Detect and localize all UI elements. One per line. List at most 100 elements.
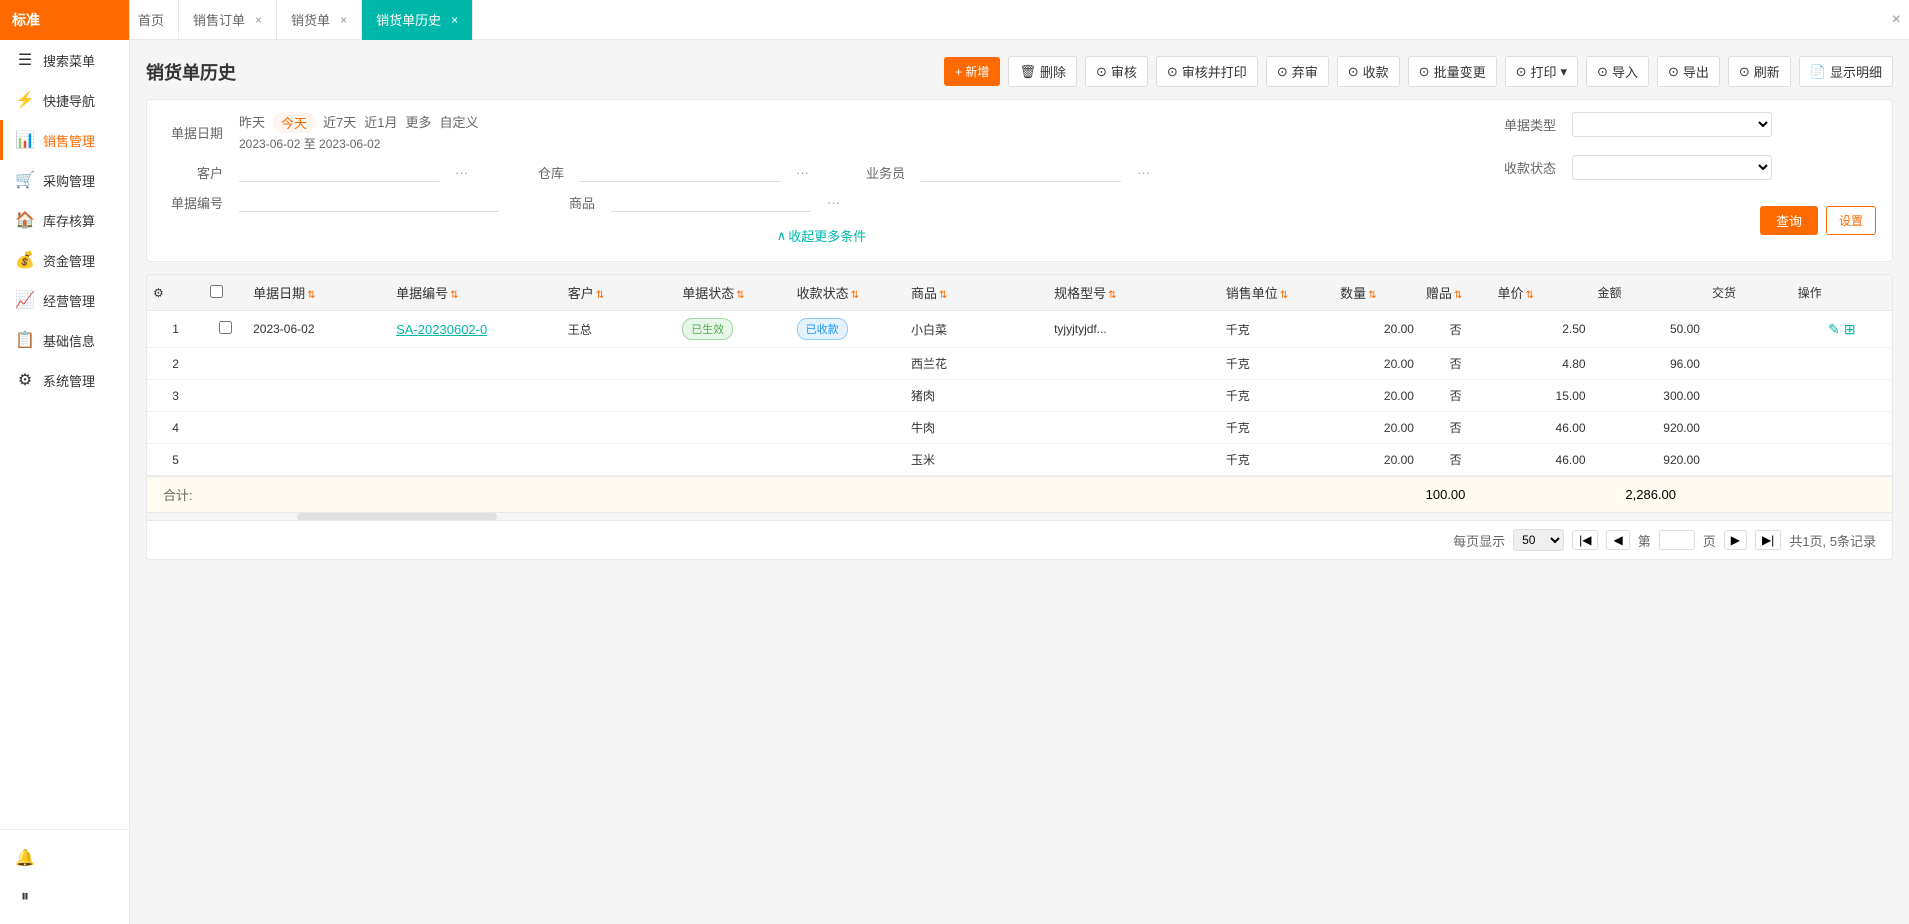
filter-row-doctype: 单据类型 bbox=[1496, 112, 1876, 137]
row-no bbox=[390, 380, 562, 412]
row-qty: 20.00 bbox=[1334, 348, 1420, 380]
col-header-customer[interactable]: 客户⇅ bbox=[562, 275, 676, 311]
copy-action-btn[interactable]: ⊞ bbox=[1844, 321, 1856, 338]
warehouse-input[interactable] bbox=[580, 162, 780, 182]
sidebar-item-inventory[interactable]: 🏠 库存核算 bbox=[0, 200, 129, 240]
tab-sales-history[interactable]: 销货单历史 × bbox=[362, 0, 473, 40]
sidebar-notification-btn[interactable]: 🔔 bbox=[0, 838, 129, 878]
sidebar-item-finance[interactable]: 💰 资金管理 bbox=[0, 240, 129, 280]
row-checkbox[interactable] bbox=[219, 321, 232, 334]
table-header-row: ⚙ 单据日期⇅ 单据编号⇅ 客户⇅ 单据状态⇅ bbox=[147, 275, 1892, 311]
col-header-date[interactable]: 单据日期⇅ bbox=[247, 275, 390, 311]
paystatus-select[interactable] bbox=[1572, 155, 1772, 180]
col-header-spec[interactable]: 规格型号⇅ bbox=[1048, 275, 1220, 311]
salesman-filter-label: 业务员 bbox=[845, 163, 905, 182]
col-header-unit[interactable]: 销售单位⇅ bbox=[1220, 275, 1334, 311]
col-header-gear[interactable]: ⚙ bbox=[147, 275, 204, 311]
col-header-docstatus[interactable]: 单据状态⇅ bbox=[676, 275, 790, 311]
scrollbar-area[interactable] bbox=[147, 512, 1892, 520]
date-tab-today[interactable]: 今天 bbox=[273, 112, 315, 133]
date-tab-1month[interactable]: 近1月 bbox=[364, 112, 397, 133]
col-header-gift[interactable]: 赠品⇅ bbox=[1420, 275, 1492, 311]
row-date: 2023-06-02 bbox=[247, 311, 390, 348]
row-pay-status bbox=[791, 348, 905, 380]
abandon-button[interactable]: ⊙ 弃审 bbox=[1266, 56, 1329, 87]
sidebar-item-sys-mgmt[interactable]: ⚙ 系统管理 bbox=[0, 360, 129, 400]
sidebar: 标准 ☰ 搜索菜单 ⚡ 快捷导航 📊 销售管理 🛒 采购管理 🏠 库存核算 💰 … bbox=[0, 0, 130, 924]
current-page-input[interactable]: 1 bbox=[1659, 530, 1695, 550]
collapse-arrow-icon: ∧ bbox=[777, 228, 787, 244]
receive-button[interactable]: ⊙ 收款 bbox=[1337, 56, 1400, 87]
settings-button[interactable]: 设置 bbox=[1826, 206, 1876, 235]
export-button[interactable]: ⊙ 导出 bbox=[1657, 56, 1720, 87]
tab-sales-history-label: 销货单历史 bbox=[376, 10, 441, 29]
date-tab-custom[interactable]: 自定义 bbox=[440, 112, 479, 133]
page-size-select[interactable]: 50 20 100 bbox=[1513, 529, 1564, 551]
tab-bar-close-all[interactable]: × bbox=[1892, 11, 1901, 29]
col-header-goods[interactable]: 商品⇅ bbox=[905, 275, 1048, 311]
customer-input[interactable] bbox=[239, 162, 439, 182]
print-button[interactable]: ⊙ 打印 ▾ bbox=[1505, 56, 1578, 87]
sidebar-item-purchase-mgmt[interactable]: 🛒 采购管理 bbox=[0, 160, 129, 200]
date-tab-7days[interactable]: 近7天 bbox=[323, 112, 356, 133]
pay-status-badge: 已收款 bbox=[797, 318, 848, 340]
col-header-paystatus[interactable]: 收款状态⇅ bbox=[791, 275, 905, 311]
tab-sales-order-close[interactable]: × bbox=[255, 13, 262, 27]
sidebar-item-label: 采购管理 bbox=[43, 171, 95, 190]
doctype-select[interactable] bbox=[1572, 112, 1772, 137]
row-amount: 920.00 bbox=[1592, 412, 1706, 444]
summary-row: 合计: 100.00 2,286.00 bbox=[147, 476, 1892, 512]
salesman-ellipsis[interactable]: ··· bbox=[1137, 165, 1150, 180]
row-pay-status bbox=[791, 412, 905, 444]
row-index: 1 bbox=[147, 311, 204, 348]
date-tab-yesterday[interactable]: 昨天 bbox=[239, 112, 265, 133]
new-button[interactable]: + 新增 bbox=[944, 57, 1000, 86]
col-header-action: 操作 bbox=[1792, 275, 1892, 311]
select-all-checkbox[interactable] bbox=[210, 285, 223, 298]
sidebar-pause-btn[interactable]: ⏸ bbox=[0, 878, 129, 916]
review-print-button[interactable]: ⊙ 审核并打印 bbox=[1156, 56, 1258, 87]
customer-ellipsis[interactable]: ··· bbox=[455, 165, 468, 180]
show-detail-button[interactable]: 📄 显示明细 bbox=[1799, 56, 1893, 87]
sidebar-item-sales-mgmt[interactable]: 📊 销售管理 bbox=[0, 120, 129, 160]
col-header-qty[interactable]: 数量⇅ bbox=[1334, 275, 1420, 311]
query-button[interactable]: 查询 bbox=[1760, 206, 1818, 235]
sidebar-item-operations[interactable]: 📈 经营管理 bbox=[0, 280, 129, 320]
table-row: 3 猪肉 千克 20.00 否 15.00 300.00 bbox=[147, 380, 1892, 412]
warehouse-ellipsis[interactable]: ··· bbox=[796, 165, 809, 180]
doc-no-link[interactable]: SA-20230602-0 bbox=[396, 322, 487, 337]
edit-action-btn[interactable]: ✎ bbox=[1828, 321, 1840, 338]
col-header-no[interactable]: 单据编号⇅ bbox=[390, 275, 562, 311]
salesman-input[interactable] bbox=[921, 162, 1121, 182]
tab-home[interactable]: 首页 bbox=[138, 0, 179, 40]
col-header-amount: 金额 bbox=[1592, 275, 1706, 311]
row-gift: 否 bbox=[1420, 444, 1492, 476]
last-page-btn[interactable]: ▶| bbox=[1755, 530, 1781, 550]
date-tab-more[interactable]: 更多 bbox=[406, 112, 432, 133]
sidebar-item-basic-info[interactable]: 📋 基础信息 bbox=[0, 320, 129, 360]
review-button[interactable]: ⊙ 审核 bbox=[1085, 56, 1148, 87]
sidebar-item-label: 基础信息 bbox=[43, 331, 95, 350]
row-customer bbox=[562, 380, 676, 412]
receive-icon: ⊙ bbox=[1348, 64, 1359, 80]
import-button[interactable]: ⊙ 导入 bbox=[1586, 56, 1649, 87]
collapse-button[interactable]: ∧ 收起更多条件 bbox=[163, 222, 1480, 249]
sidebar-item-quick-nav[interactable]: ⚡ 快捷导航 bbox=[0, 80, 129, 120]
goods-ellipsis[interactable]: ··· bbox=[827, 195, 840, 210]
tab-sales-history-close[interactable]: × bbox=[451, 13, 458, 27]
tab-sales-order[interactable]: 销售订单 × bbox=[179, 0, 277, 40]
goods-input[interactable] bbox=[611, 192, 811, 212]
prev-page-btn[interactable]: ◀ bbox=[1606, 530, 1629, 550]
row-goods: 西兰花 bbox=[905, 348, 1048, 380]
notification-icon: 🔔 bbox=[15, 848, 35, 868]
tab-sales-goods[interactable]: 销货单 × bbox=[277, 0, 362, 40]
sidebar-item-search-menu[interactable]: ☰ 搜索菜单 bbox=[0, 40, 129, 80]
batch-change-button[interactable]: ⊙ 批量变更 bbox=[1408, 56, 1497, 87]
next-page-btn[interactable]: ▶ bbox=[1724, 530, 1747, 550]
delete-button[interactable]: 🗑 删除 bbox=[1008, 56, 1077, 87]
first-page-btn[interactable]: |◀ bbox=[1572, 530, 1598, 550]
refresh-button[interactable]: ⊙ 刷新 bbox=[1728, 56, 1791, 87]
tab-sales-goods-close[interactable]: × bbox=[340, 13, 347, 27]
col-header-price[interactable]: 单价⇅ bbox=[1491, 275, 1591, 311]
docno-input[interactable] bbox=[239, 192, 499, 212]
